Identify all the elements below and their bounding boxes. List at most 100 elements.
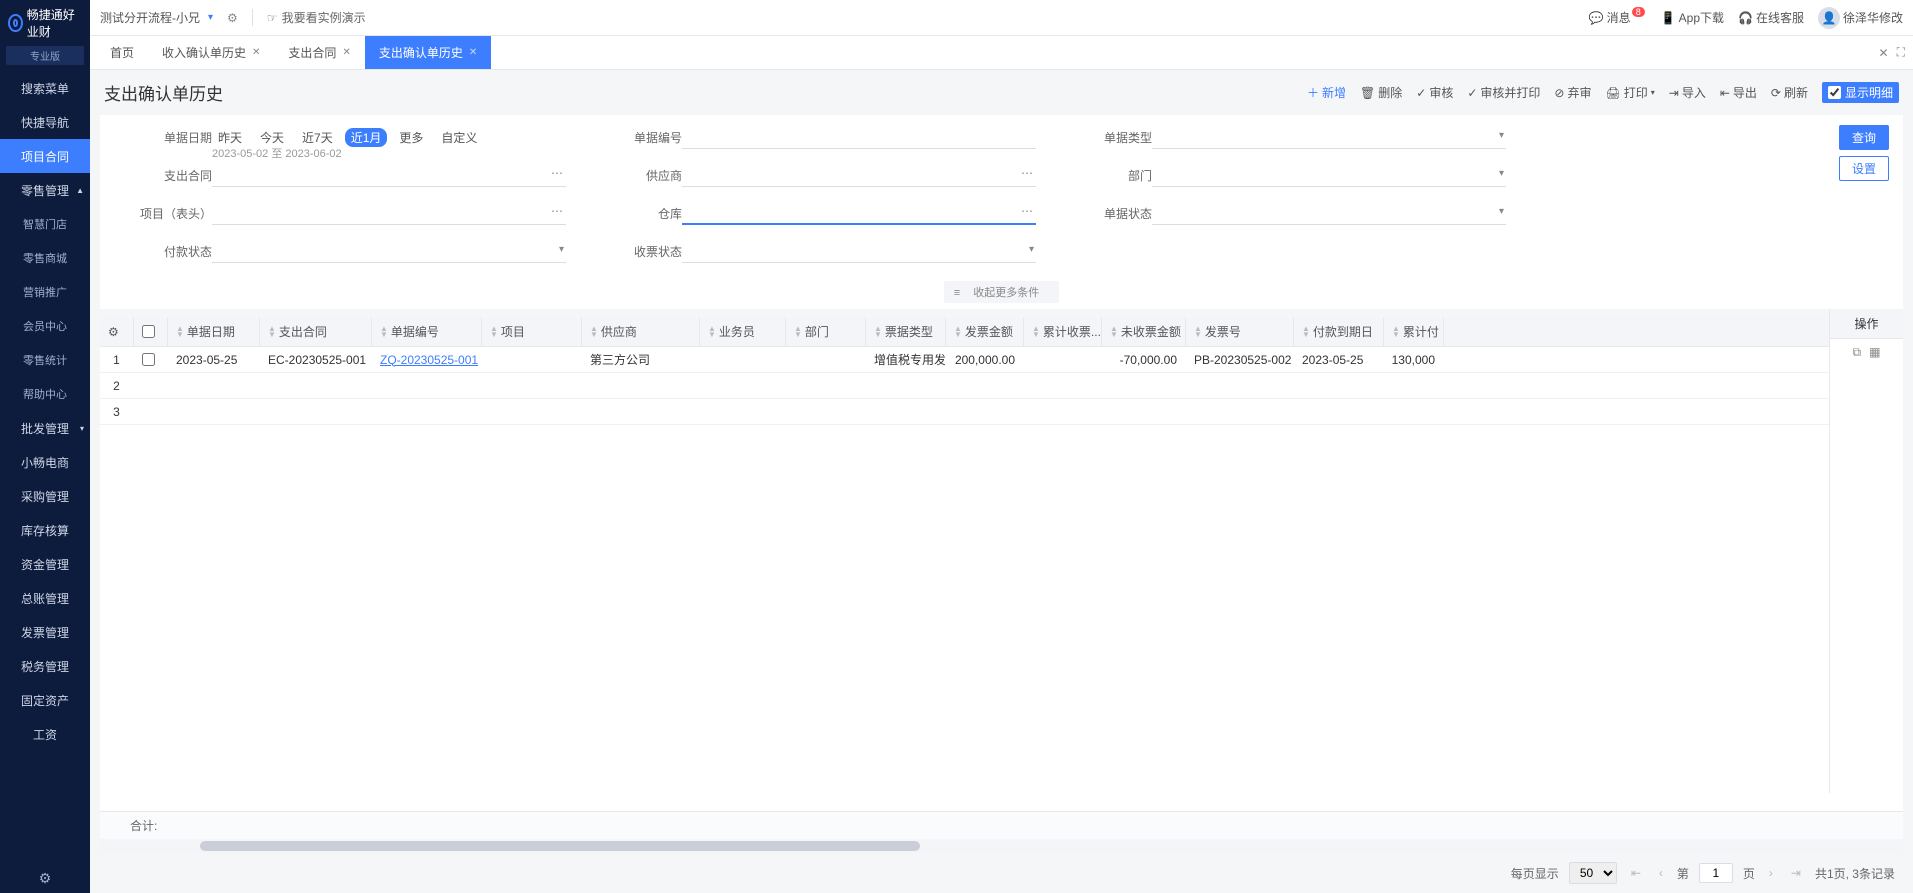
next-page-button[interactable]: › (1765, 866, 1777, 880)
sort-icon[interactable]: ▲▼ (794, 326, 802, 338)
date-chip[interactable]: 自定义 (435, 128, 483, 147)
tab[interactable]: 收入确认单历史✕ (148, 36, 274, 69)
last-page-button[interactable]: ⇥ (1787, 866, 1805, 880)
col-project[interactable]: ▲▼项目 (482, 317, 582, 346)
print-button[interactable]: 🖨打印 ▾ (1605, 84, 1654, 101)
col-date[interactable]: ▲▼单据日期 (168, 317, 260, 346)
flow-selector[interactable]: 测试分开流程-小兄 ▾ (100, 9, 213, 26)
gear-icon[interactable]: ⚙ (108, 325, 119, 339)
close-all-icon[interactable]: ✕ (1879, 46, 1889, 60)
supplier-input[interactable]: ⋯ (682, 163, 1036, 187)
sidebar-subitem[interactable]: 帮助中心 (0, 377, 90, 411)
sidebar-item[interactable]: 资金管理 (0, 547, 90, 581)
show-detail-toggle[interactable]: 显示明细 (1822, 82, 1899, 103)
col-contract[interactable]: ▲▼支出合同 (260, 317, 372, 346)
col-invtype[interactable]: ▲▼票据类型 (866, 317, 946, 346)
audit-button[interactable]: ✓审核 (1416, 84, 1453, 101)
customer-service-button[interactable]: 🎧 在线客服 (1738, 9, 1804, 26)
app-download-button[interactable]: 📱 App下载 (1661, 9, 1724, 26)
sidebar-item[interactable]: 税务管理 (0, 649, 90, 683)
contract-input[interactable]: ⋯ (212, 163, 566, 187)
close-icon[interactable]: ✕ (342, 47, 350, 58)
sidebar-item[interactable]: 固定资产 (0, 683, 90, 717)
sidebar-item[interactable]: 总账管理 (0, 581, 90, 615)
warehouse-input[interactable]: ⋯ (682, 201, 1036, 225)
sidebar-item[interactable]: 快捷导航 (0, 105, 90, 139)
sidebar-item[interactable]: 工资 (0, 717, 90, 751)
sort-icon[interactable]: ▲▼ (490, 326, 498, 338)
del-button[interactable]: 🗑删除 (1360, 84, 1402, 101)
doc-no-input[interactable] (682, 125, 1036, 149)
add-button[interactable]: ＋新增 (1307, 84, 1346, 101)
auditprint-button[interactable]: ✓审核并打印 (1467, 84, 1540, 101)
demo-link[interactable]: ☞ 我要看实例演示 (252, 9, 366, 26)
sidebar-subitem[interactable]: 营销推广 (0, 275, 90, 309)
col-due[interactable]: ▲▼付款到期日 (1294, 317, 1384, 346)
sidebar-subitem[interactable]: 零售商城 (0, 241, 90, 275)
date-chip[interactable]: 昨天 (212, 128, 248, 147)
col-cum[interactable]: ▲▼累计付 (1384, 317, 1444, 346)
query-button[interactable]: 查询 (1839, 125, 1889, 150)
col-amt[interactable]: ▲▼发票金额 (946, 317, 1024, 346)
sort-icon[interactable]: ▲▼ (590, 326, 598, 338)
expand-icon[interactable]: ⛶ (1897, 45, 1905, 60)
col-idx[interactable]: ⚙ (100, 317, 134, 346)
sidebar-item[interactable]: 批发管理▾ (0, 411, 90, 445)
more-icon[interactable]: ⋯ (551, 204, 564, 218)
sort-icon[interactable]: ▲▼ (1194, 326, 1202, 338)
table-row[interactable]: 3 (100, 399, 1903, 425)
sort-icon[interactable]: ▲▼ (874, 326, 882, 338)
more-icon[interactable]: ⋯ (1021, 166, 1034, 180)
sort-icon[interactable]: ▲▼ (268, 326, 276, 338)
sidebar-item[interactable]: 零售管理▲ (0, 173, 90, 207)
doc-type-select[interactable]: ▾ (1152, 125, 1506, 149)
tab[interactable]: 支出确认单历史✕ (365, 36, 491, 69)
date-chip[interactable]: 今天 (254, 128, 290, 147)
export-button[interactable]: ⇤导出 (1720, 84, 1757, 101)
horizontal-scrollbar[interactable] (100, 839, 1903, 853)
tab[interactable]: 首页 (96, 36, 148, 69)
sort-icon[interactable]: ▲▼ (1392, 326, 1400, 338)
sort-icon[interactable]: ▲▼ (176, 326, 184, 338)
sidebar-subitem[interactable]: 智慧门店 (0, 207, 90, 241)
prev-page-button[interactable]: ‹ (1655, 866, 1667, 880)
close-icon[interactable]: ✕ (469, 47, 477, 58)
sort-icon[interactable]: ▲▼ (1110, 326, 1118, 338)
sort-icon[interactable]: ▲▼ (1032, 326, 1040, 338)
refresh-button[interactable]: ⟳刷新 (1771, 84, 1808, 101)
table-row[interactable]: 12023-05-25EC-20230525-001ZQ-20230525-00… (100, 347, 1903, 373)
messages-button[interactable]: 💬 消息 8 (1589, 9, 1647, 26)
qr-icon[interactable]: ▦ (1869, 345, 1880, 359)
sidebar-item[interactable]: 小畅电商 (0, 445, 90, 479)
settings-button[interactable]: 设置 (1839, 156, 1889, 181)
select-all-checkbox[interactable] (142, 325, 155, 338)
col-invno[interactable]: ▲▼发票号 (1186, 317, 1294, 346)
date-chip[interactable]: 更多 (393, 128, 429, 147)
row-checkbox[interactable] (142, 353, 155, 366)
col-supplier[interactable]: ▲▼供应商 (582, 317, 700, 346)
date-chip[interactable]: 近7天 (296, 128, 339, 147)
dept-select[interactable]: ▾ (1152, 163, 1506, 187)
flow-settings-icon[interactable]: ⚙ (227, 11, 238, 25)
copy-icon[interactable]: ⧉ (1853, 345, 1862, 360)
sidebar-item[interactable]: 项目合同 (0, 139, 90, 173)
doc-link[interactable]: ZQ-20230525-001 (380, 353, 478, 367)
col-recv[interactable]: ▲▼累计收票... (1024, 317, 1102, 346)
tab[interactable]: 支出合同✕ (274, 36, 364, 69)
discard-button[interactable]: ⊘弃审 (1554, 84, 1591, 101)
col-no[interactable]: ▲▼单据编号 (372, 317, 482, 346)
col-dept[interactable]: ▲▼部门 (786, 317, 866, 346)
project-input[interactable]: ⋯ (212, 201, 566, 225)
collapse-filters-button[interactable]: ≡ 收起更多条件 (944, 281, 1059, 303)
page-size-select[interactable]: 50 (1569, 862, 1617, 884)
user-menu[interactable]: 👤 徐泽华修改 (1818, 7, 1903, 29)
status-select[interactable]: ▾ (1152, 201, 1506, 225)
pay-status-select[interactable]: ▾ (212, 239, 566, 263)
sort-icon[interactable]: ▲▼ (380, 326, 388, 338)
col-unrecv[interactable]: ▲▼未收票金额 (1102, 317, 1186, 346)
date-chip[interactable]: 近1月 (345, 128, 388, 147)
import-button[interactable]: ⇥导入 (1669, 84, 1706, 101)
sidebar-subitem[interactable]: 零售统计 (0, 343, 90, 377)
sidebar-item[interactable]: 搜索菜单 (0, 71, 90, 105)
sidebar-item[interactable]: 库存核算 (0, 513, 90, 547)
